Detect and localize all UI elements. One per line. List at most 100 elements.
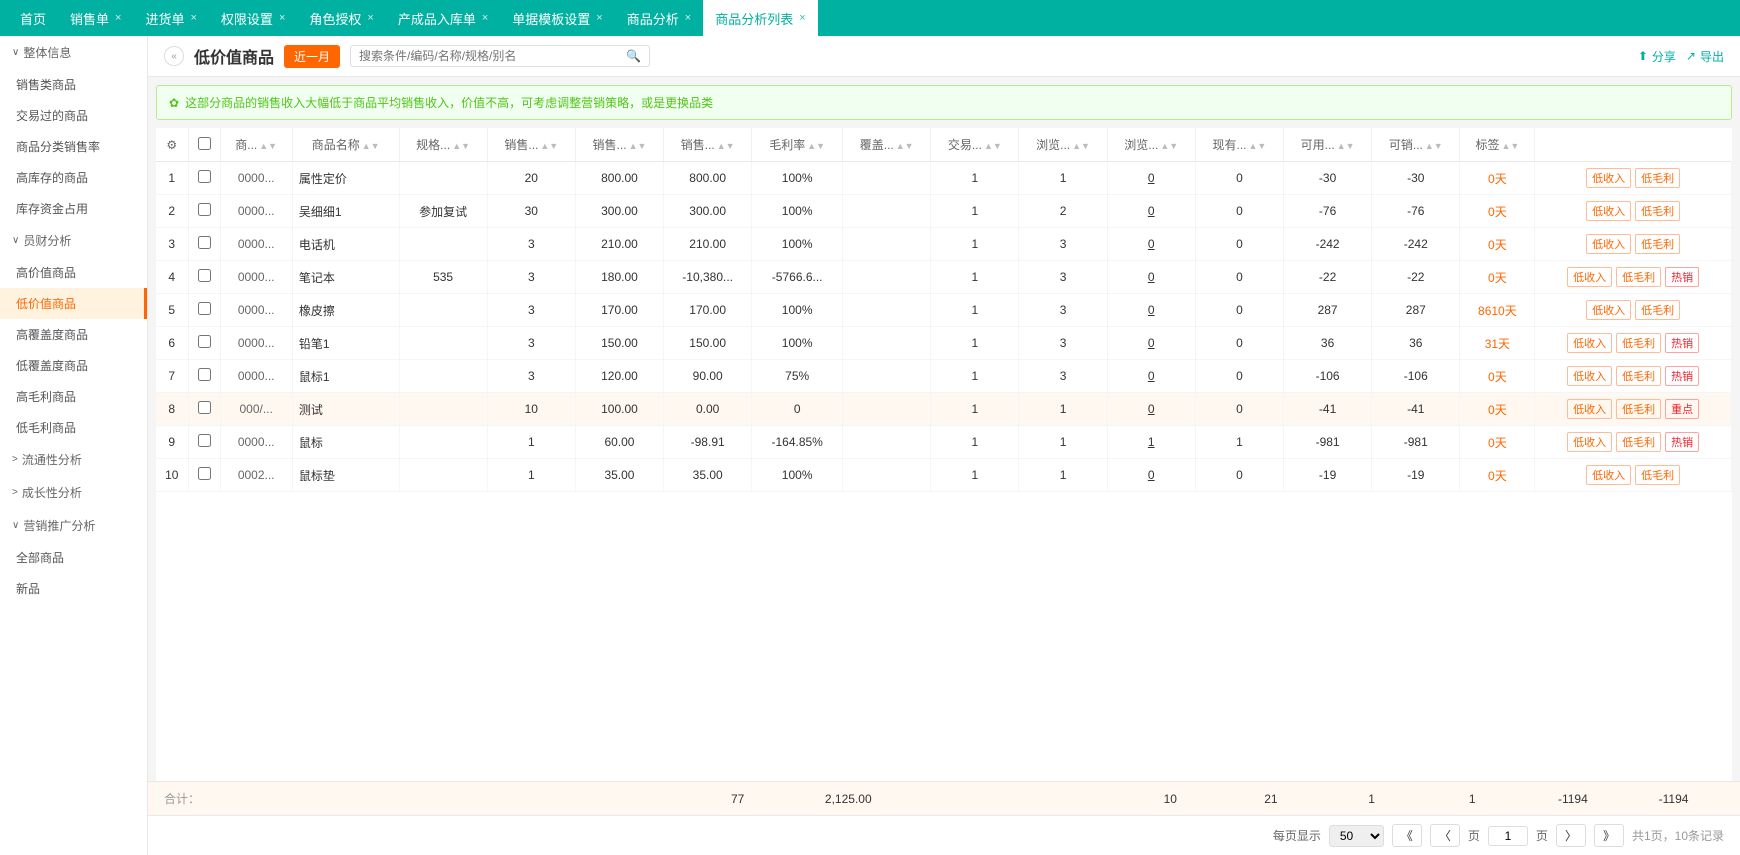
row-gross	[843, 294, 931, 327]
row-view1[interactable]: 0	[1107, 195, 1195, 228]
col-code[interactable]: 商...▲▼	[220, 128, 292, 162]
sidebar-item-all-goods[interactable]: 全部商品	[0, 542, 147, 573]
col-spec[interactable]: 规格...▲▼	[399, 128, 487, 162]
row-trade: 3	[1019, 228, 1107, 261]
nav-tab-product-analysis[interactable]: 商品分析 ×	[615, 0, 703, 36]
nav-tab-product-inbound[interactable]: 产成品入库单 ×	[386, 0, 500, 36]
sidebar-section-growth[interactable]: > 成长性分析	[0, 476, 147, 509]
nav-tab-permission[interactable]: 权限设置 ×	[209, 0, 297, 36]
row-checkbox[interactable]	[188, 195, 220, 228]
sidebar-item-low-margin[interactable]: 低毛利商品	[0, 412, 147, 443]
row-checkbox[interactable]	[188, 393, 220, 426]
col-sale1[interactable]: 销售...▲▼	[487, 128, 575, 162]
prev-page-btn[interactable]: 〈	[1430, 824, 1460, 847]
row-spec	[399, 459, 487, 492]
row-view1[interactable]: 0	[1107, 459, 1195, 492]
search-icon[interactable]: 🔍	[626, 49, 641, 63]
row-checkbox[interactable]	[188, 162, 220, 195]
row-stock2: -30	[1372, 162, 1460, 195]
page-input[interactable]	[1488, 826, 1528, 846]
page-size-select[interactable]: 50 100 200	[1329, 825, 1384, 847]
col-cover[interactable]: 覆盖...▲▼	[843, 128, 931, 162]
col-settings[interactable]: ⚙	[156, 128, 188, 162]
row-view1[interactable]: 1	[1107, 426, 1195, 459]
nav-tab-role[interactable]: 角色授权 ×	[297, 0, 385, 36]
row-checkbox[interactable]	[188, 360, 220, 393]
row-checkbox[interactable]	[188, 426, 220, 459]
close-icon[interactable]: ×	[596, 12, 602, 24]
collapse-button[interactable]: «	[164, 46, 184, 66]
row-view1[interactable]: 0	[1107, 360, 1195, 393]
nav-home[interactable]: 首页	[8, 0, 58, 36]
row-checkbox[interactable]	[188, 228, 220, 261]
share-button[interactable]: ⬆ 分享	[1638, 48, 1676, 65]
sidebar-item-new-goods[interactable]: 新品	[0, 573, 147, 604]
col-checkbox-all[interactable]	[188, 128, 220, 162]
row-stock1: -19	[1284, 459, 1372, 492]
first-page-btn[interactable]: 《	[1392, 824, 1422, 847]
col-stock3[interactable]: 可销...▲▼	[1372, 128, 1460, 162]
search-box[interactable]: 🔍	[350, 45, 650, 67]
sidebar-item-high-margin[interactable]: 高毛利商品	[0, 381, 147, 412]
nav-tab-purchase[interactable]: 进货单 ×	[133, 0, 208, 36]
row-code: 0000...	[220, 426, 292, 459]
sidebar-section-overall[interactable]: ∨ 整体信息	[0, 36, 147, 69]
chevron-right-icon: >	[12, 487, 18, 498]
col-trade[interactable]: 交易...▲▼	[931, 128, 1019, 162]
row-view1[interactable]: 0	[1107, 261, 1195, 294]
row-checkbox[interactable]	[188, 261, 220, 294]
nav-tab-sales-order[interactable]: 销售单 ×	[58, 0, 133, 36]
sidebar-item-low-coverage[interactable]: 低覆盖度商品	[0, 350, 147, 381]
col-sale3[interactable]: 销售...▲▼	[664, 128, 752, 162]
sidebar-item-inventory-capital[interactable]: 库存资金占用	[0, 193, 147, 224]
footer-view1: 1	[1337, 792, 1407, 806]
row-view1[interactable]: 0	[1107, 393, 1195, 426]
sidebar-item-traded-goods[interactable]: 交易过的商品	[0, 100, 147, 131]
date-filter-button[interactable]: 近一月	[284, 45, 340, 68]
row-checkbox[interactable]	[188, 459, 220, 492]
row-sale3: 100%	[752, 228, 843, 261]
sidebar-item-high-value[interactable]: 高价值商品	[0, 257, 147, 288]
search-input[interactable]	[359, 49, 622, 63]
col-view2[interactable]: 浏览...▲▼	[1107, 128, 1195, 162]
nav-tab-template[interactable]: 单据模板设置 ×	[500, 0, 614, 36]
select-all-checkbox[interactable]	[198, 137, 211, 150]
footer-cover: 10	[1135, 792, 1205, 806]
col-stock2[interactable]: 可用...▲▼	[1284, 128, 1372, 162]
row-sale1: 300.00	[575, 195, 663, 228]
col-view1[interactable]: 浏览...▲▼	[1019, 128, 1107, 162]
sidebar-item-high-coverage[interactable]: 高覆盖度商品	[0, 319, 147, 350]
last-page-btn[interactable]: 》	[1594, 824, 1624, 847]
close-icon[interactable]: ×	[190, 12, 196, 24]
next-page-btn[interactable]: 〉	[1556, 824, 1586, 847]
close-icon[interactable]: ×	[685, 12, 691, 24]
close-icon[interactable]: ×	[115, 12, 121, 24]
row-code: 0000...	[220, 294, 292, 327]
row-view1[interactable]: 0	[1107, 327, 1195, 360]
sidebar-item-sales-goods[interactable]: 销售类商品	[0, 69, 147, 100]
sidebar-section-liquidity[interactable]: > 流通性分析	[0, 443, 147, 476]
row-view1[interactable]: 0	[1107, 294, 1195, 327]
close-icon[interactable]: ×	[367, 12, 373, 24]
col-gross[interactable]: 毛利率▲▼	[752, 128, 843, 162]
nav-tab-product-analysis-list[interactable]: 商品分析列表 ×	[703, 0, 817, 36]
col-sale2[interactable]: 销售...▲▼	[575, 128, 663, 162]
close-icon[interactable]: ×	[799, 12, 805, 24]
close-icon[interactable]: ×	[482, 12, 488, 24]
sidebar-item-low-value[interactable]: 低价值商品	[0, 288, 147, 319]
row-view1[interactable]: 0	[1107, 228, 1195, 261]
close-icon[interactable]: ×	[279, 12, 285, 24]
table-container[interactable]: ⚙ 商...▲▼ 商品名称▲▼ 规格...▲▼ 销售...▲▼ 销售...▲▼ …	[156, 128, 1732, 781]
col-name[interactable]: 商品名称▲▼	[292, 128, 399, 162]
row-no: 4	[156, 261, 188, 294]
sidebar-item-category-sales[interactable]: 商品分类销售率	[0, 131, 147, 162]
row-checkbox[interactable]	[188, 327, 220, 360]
col-tags[interactable]: 标签▲▼	[1460, 128, 1535, 162]
row-checkbox[interactable]	[188, 294, 220, 327]
export-button[interactable]: ↗ 导出	[1686, 48, 1724, 65]
sidebar-section-financial[interactable]: ∨ 员财分析	[0, 224, 147, 257]
sidebar-section-marketing[interactable]: ∨ 营销推广分析	[0, 509, 147, 542]
sidebar-item-high-stock[interactable]: 高库存的商品	[0, 162, 147, 193]
col-stock1[interactable]: 现有...▲▼	[1195, 128, 1283, 162]
row-view1[interactable]: 0	[1107, 162, 1195, 195]
